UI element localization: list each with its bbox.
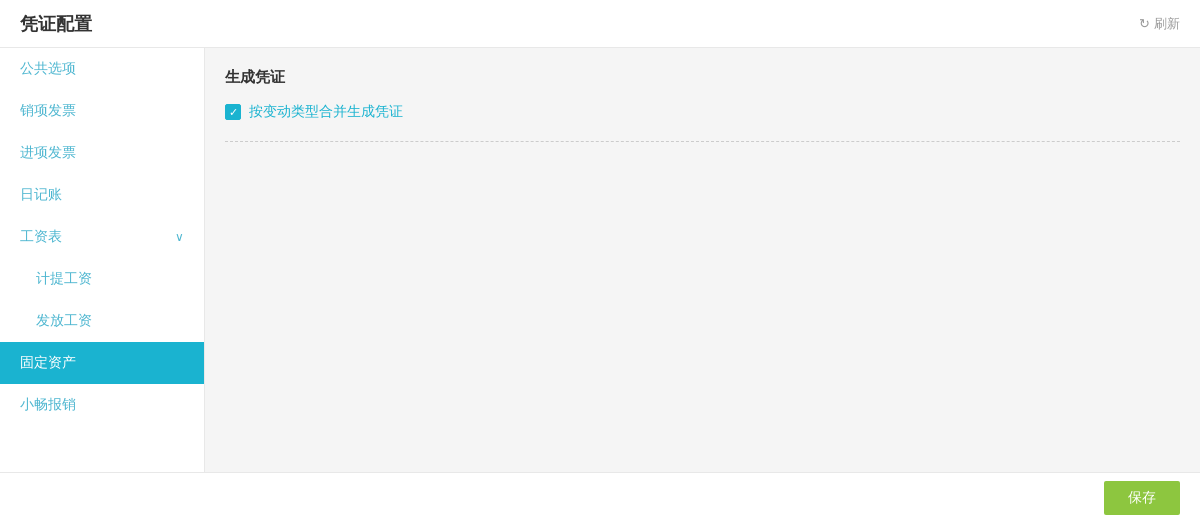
footer: 保存 (0, 472, 1200, 522)
content-area: 公共选项销项发票进项发票日记账工资表 ∨ 计提工资发放工资固定资产小畅报销 生成凭证… (0, 48, 1200, 472)
sidebar-item-label: 工资表 (20, 228, 62, 246)
sidebar-item-sales-invoice[interactable]: 销项发票 (0, 90, 204, 132)
checkbox-row: 按变动类型合并生成凭证 (225, 103, 1180, 121)
sidebar-item-payroll-table[interactable]: 工资表 ∨ (0, 216, 204, 258)
merge-by-type-checkbox[interactable] (225, 104, 241, 120)
main-content: 生成凭证 按变动类型合并生成凭证 (205, 48, 1200, 472)
page-title: 凭证配置 (20, 12, 92, 36)
chevron-down-icon: ∨ (175, 230, 184, 244)
sidebar-item-label: 销项发票 (20, 102, 76, 118)
sidebar-item-label: 固定资产 (20, 354, 76, 370)
sidebar-item-label: 发放工资 (36, 312, 92, 328)
header: 凭证配置 ↻ 刷新 (0, 0, 1200, 48)
sidebar-item-label: 公共选项 (20, 60, 76, 76)
sidebar-item-accrued-salary[interactable]: 计提工资 (0, 258, 204, 300)
divider (225, 141, 1180, 142)
sidebar-item-label: 日记账 (20, 186, 62, 202)
section-title: 生成凭证 (225, 68, 1180, 87)
save-button[interactable]: 保存 (1104, 481, 1180, 515)
refresh-button[interactable]: ↻ 刷新 (1139, 15, 1180, 33)
sidebar-item-pay-salary[interactable]: 发放工资 (0, 300, 204, 342)
sidebar-item-label: 计提工资 (36, 270, 92, 286)
refresh-label: 刷新 (1154, 15, 1180, 33)
sidebar-item-public-options[interactable]: 公共选项 (0, 48, 204, 90)
sidebar-item-label: 小畅报销 (20, 396, 76, 412)
merge-by-type-label: 按变动类型合并生成凭证 (249, 103, 403, 121)
sidebar-item-journal[interactable]: 日记账 (0, 174, 204, 216)
sidebar-item-purchase-invoice[interactable]: 进项发票 (0, 132, 204, 174)
sidebar: 公共选项销项发票进项发票日记账工资表 ∨ 计提工资发放工资固定资产小畅报销 (0, 48, 205, 472)
refresh-icon: ↻ (1139, 16, 1150, 31)
sidebar-item-label: 进项发票 (20, 144, 76, 160)
sidebar-item-expense-report[interactable]: 小畅报销 (0, 384, 204, 426)
sidebar-item-fixed-assets[interactable]: 固定资产 (0, 342, 204, 384)
